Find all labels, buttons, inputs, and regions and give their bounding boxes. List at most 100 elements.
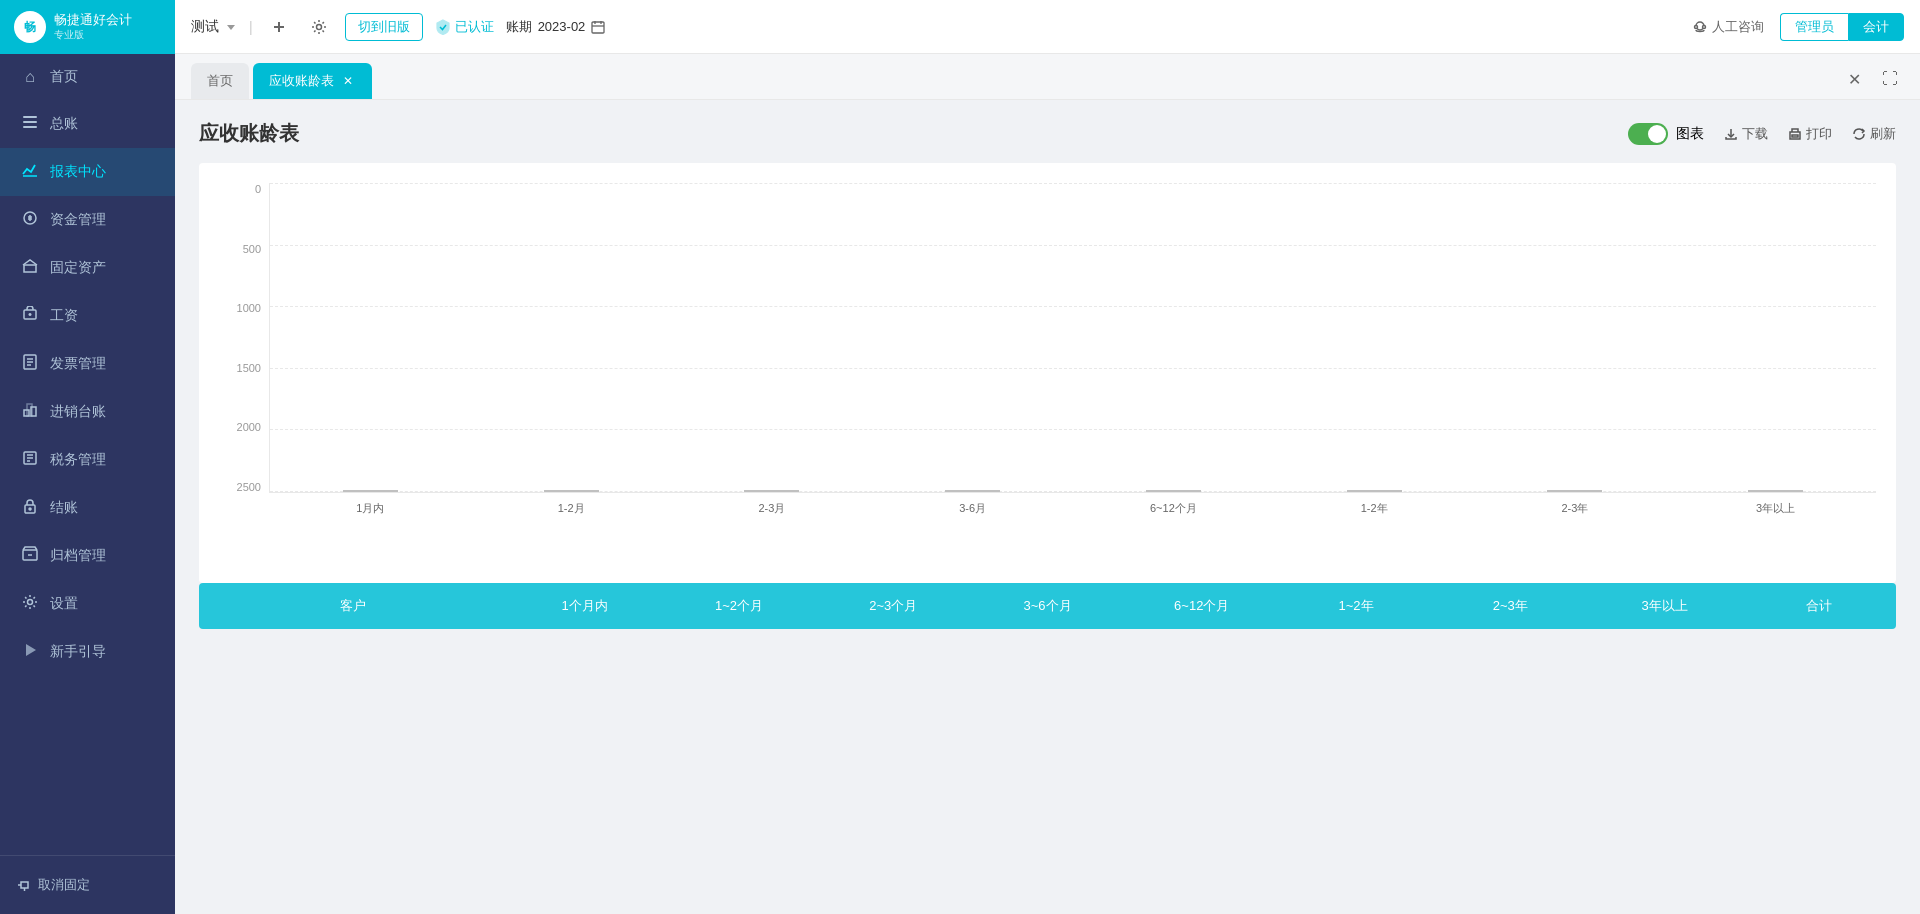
y-label-1500: 1500 xyxy=(219,362,267,374)
y-label-2500: 2500 xyxy=(219,481,267,493)
page-actions: 图表 下载 打印 刷新 xyxy=(1628,123,1896,145)
grid-line xyxy=(270,245,1876,246)
sidebar-item-invoice[interactable]: 发票管理 xyxy=(0,340,175,388)
app-name: 畅捷通好会计 xyxy=(54,12,132,29)
sidebar-item-tax[interactable]: 税务管理 xyxy=(0,436,175,484)
sidebar-item-closing[interactable]: 结账 xyxy=(0,484,175,532)
sidebar-item-salary[interactable]: 工资 xyxy=(0,292,175,340)
data-table: 客户 1个月内 1~2个月 2~3个月 3~6个月 6~12个月 1~2年 2~… xyxy=(199,583,1896,629)
svg-point-32 xyxy=(316,24,321,29)
sidebar-item-inventory[interactable]: 进销台账 xyxy=(0,388,175,436)
project-selector[interactable]: 测试 xyxy=(191,18,237,36)
sidebar: 畅 畅捷通好会计 专业版 ⌂ 首页 总账 报表中心 资金管理 xyxy=(0,0,175,914)
th-client: 客户 xyxy=(199,583,508,629)
table-header: 客户 1个月内 1~2个月 2~3个月 3~6个月 6~12个月 1~2年 2~… xyxy=(199,583,1896,629)
consult-button[interactable]: 人工咨询 xyxy=(1692,18,1764,36)
download-button[interactable]: 下载 xyxy=(1724,125,1768,143)
svg-rect-1 xyxy=(23,121,37,123)
svg-rect-2 xyxy=(23,126,37,128)
svg-marker-29 xyxy=(227,25,235,30)
grid-line xyxy=(270,183,1876,184)
sidebar-nav: ⌂ 首页 总账 报表中心 资金管理 固定资产 xyxy=(0,54,175,855)
archive-icon xyxy=(20,546,40,566)
th-2-3year: 2~3年 xyxy=(1433,583,1587,629)
tab-close-button[interactable]: ✕ xyxy=(340,73,356,89)
bar-4 xyxy=(945,490,1000,492)
svg-point-24 xyxy=(28,600,33,605)
sidebar-item-funds[interactable]: 资金管理 xyxy=(0,196,175,244)
svg-point-21 xyxy=(29,508,31,510)
expand-button[interactable]: ⛶ xyxy=(1876,65,1904,93)
bar-group-6: 1-2年 xyxy=(1274,490,1475,492)
bar-group-1: 1月内 xyxy=(270,490,471,492)
sidebar-item-assets[interactable]: 固定资产 xyxy=(0,244,175,292)
bar-2 xyxy=(544,490,599,492)
sidebar-item-label: 新手引导 xyxy=(50,643,106,661)
tabs-bar: 首页 应收账龄表 ✕ ✕ ⛶ xyxy=(175,54,1920,100)
pin-button[interactable]: 取消固定 xyxy=(0,866,175,904)
page-header: 应收账龄表 图表 下载 打印 刷新 xyxy=(199,120,1896,147)
sidebar-item-label: 首页 xyxy=(50,68,78,86)
gear-icon xyxy=(311,19,327,35)
sidebar-item-label: 固定资产 xyxy=(50,259,106,277)
sidebar-item-archive[interactable]: 归档管理 xyxy=(0,532,175,580)
bar-label-6: 1-2年 xyxy=(1361,501,1388,516)
th-2-3month: 2~3个月 xyxy=(816,583,970,629)
project-name: 测试 xyxy=(191,18,219,36)
topbar: 测试 | 切到旧版 已认证 账期 2023-02 人工咨询 xyxy=(175,0,1920,54)
y-label-2000: 2000 xyxy=(219,421,267,433)
y-label-0: 0 xyxy=(219,183,267,195)
svg-point-39 xyxy=(1703,25,1706,28)
certified-badge: 已认证 xyxy=(435,18,494,36)
switch-version-button[interactable]: 切到旧版 xyxy=(345,13,423,41)
bar-group-7: 2-3年 xyxy=(1475,490,1676,492)
grid-line xyxy=(270,429,1876,430)
y-axis: 2500 2000 1500 1000 500 0 xyxy=(219,183,267,493)
tabs-actions: ✕ ⛶ xyxy=(1840,65,1904,93)
settings-button[interactable] xyxy=(305,13,333,41)
chart-container: 2500 2000 1500 1000 500 0 xyxy=(199,163,1896,583)
assets-icon xyxy=(20,258,40,278)
settings-icon xyxy=(20,594,40,614)
chevron-down-icon xyxy=(225,21,237,33)
pin-icon xyxy=(16,878,30,892)
refresh-button[interactable]: 刷新 xyxy=(1852,125,1896,143)
sidebar-item-label: 工资 xyxy=(50,307,78,325)
bar-label-4: 3-6月 xyxy=(959,501,986,516)
bar-group-5: 6~12个月 xyxy=(1073,490,1274,492)
sidebar-item-reports[interactable]: 报表中心 xyxy=(0,148,175,196)
add-button[interactable] xyxy=(265,13,293,41)
sidebar-item-home[interactable]: ⌂ 首页 xyxy=(0,54,175,100)
bar-group-3: 2-3月 xyxy=(672,490,873,492)
bar-6 xyxy=(1347,490,1402,492)
tab-ar-aging[interactable]: 应收账龄表 ✕ xyxy=(253,63,372,99)
manager-button[interactable]: 管理员 xyxy=(1780,13,1848,41)
tax-icon xyxy=(20,450,40,470)
bar-1 xyxy=(343,490,398,492)
salary-icon xyxy=(20,306,40,326)
guide-icon xyxy=(20,642,40,662)
chart-toggle-wrap: 图表 xyxy=(1628,123,1704,145)
chart-toggle[interactable] xyxy=(1628,123,1668,145)
sidebar-item-label: 发票管理 xyxy=(50,355,106,373)
accountant-button[interactable]: 会计 xyxy=(1848,13,1904,41)
close-tab-button[interactable]: ✕ xyxy=(1840,65,1868,93)
sidebar-item-ledger[interactable]: 总账 xyxy=(0,100,175,148)
reports-icon xyxy=(20,162,40,182)
bar-label-7: 2-3年 xyxy=(1561,501,1588,516)
print-button[interactable]: 打印 xyxy=(1788,125,1832,143)
download-icon xyxy=(1724,127,1738,141)
sidebar-item-guide[interactable]: 新手引导 xyxy=(0,628,175,676)
bar-8 xyxy=(1748,490,1803,492)
sidebar-item-label: 设置 xyxy=(50,595,78,613)
tab-home[interactable]: 首页 xyxy=(191,63,249,99)
bar-label-8: 3年以上 xyxy=(1756,501,1795,516)
sidebar-item-label: 结账 xyxy=(50,499,78,517)
th-3-6month: 3~6个月 xyxy=(970,583,1124,629)
sidebar-item-settings[interactable]: 设置 xyxy=(0,580,175,628)
plus-icon xyxy=(272,20,286,34)
bar-label-5: 6~12个月 xyxy=(1150,501,1197,516)
app-edition: 专业版 xyxy=(54,28,132,42)
grid-line xyxy=(270,306,1876,307)
th-1month: 1个月内 xyxy=(508,583,662,629)
